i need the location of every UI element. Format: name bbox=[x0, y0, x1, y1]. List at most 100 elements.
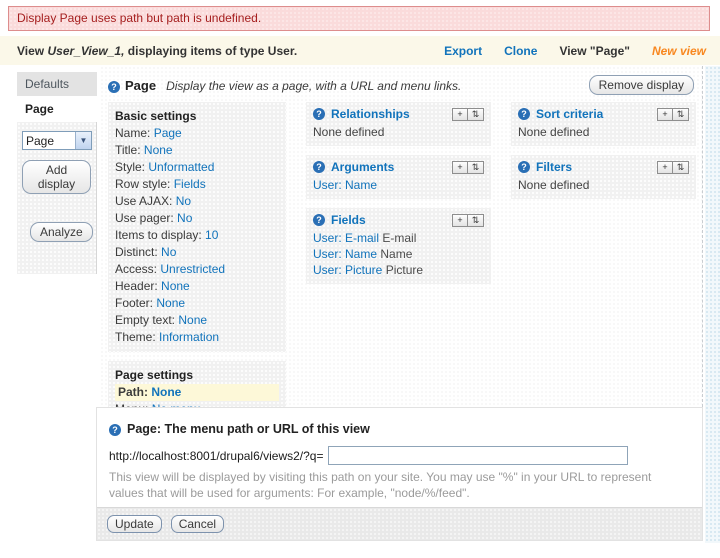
fields-title[interactable]: Fields bbox=[331, 213, 366, 227]
sort-criteria-title[interactable]: Sort criteria bbox=[536, 107, 603, 121]
arguments-actions: + ⇅ bbox=[452, 160, 484, 174]
display-type-select[interactable]: Page ▼ bbox=[22, 131, 92, 150]
setting-distinct-value[interactable]: No bbox=[161, 245, 176, 259]
column-middle: ? Relationships + ⇅ None defined ? Argum… bbox=[306, 102, 491, 433]
field-item-picture: User: Picture Picture bbox=[313, 262, 484, 278]
field-picture-link[interactable]: User: Picture bbox=[313, 263, 382, 277]
setting-theme: Theme: Information bbox=[115, 330, 220, 344]
page-settings-title: Page settings bbox=[115, 368, 194, 382]
rearrange-icon[interactable]: ⇅ bbox=[468, 160, 484, 174]
arguments-title[interactable]: Arguments bbox=[331, 160, 394, 174]
arguments-box: ? Arguments + ⇅ User: Name bbox=[306, 155, 491, 199]
setting-theme-value[interactable]: Information bbox=[159, 330, 219, 344]
tab-defaults[interactable]: Defaults bbox=[17, 72, 97, 96]
view-page-link[interactable]: View "Page" bbox=[559, 44, 630, 58]
setting-use-pager: Use pager: No bbox=[115, 211, 193, 225]
add-icon[interactable]: + bbox=[657, 160, 673, 174]
relationships-box: ? Relationships + ⇅ None defined bbox=[306, 102, 491, 146]
fields-actions: + ⇅ bbox=[452, 213, 484, 227]
setting-use-pager-value[interactable]: No bbox=[177, 211, 192, 225]
field-name-link[interactable]: User: Name bbox=[313, 247, 377, 261]
setting-access-value[interactable]: Unrestricted bbox=[160, 262, 225, 276]
setting-use-ajax-value[interactable]: No bbox=[176, 194, 191, 208]
tab-page[interactable]: Page bbox=[17, 96, 97, 122]
field-picture-label: Picture bbox=[385, 263, 424, 277]
sort-criteria-actions: + ⇅ bbox=[657, 107, 689, 121]
filters-actions: + ⇅ bbox=[657, 160, 689, 174]
rearrange-icon[interactable]: ⇅ bbox=[673, 160, 689, 174]
help-icon: ? bbox=[109, 423, 121, 436]
chevron-down-icon: ▼ bbox=[75, 132, 91, 149]
help-icon: ? bbox=[518, 108, 530, 120]
view-actions: Export Clone View "Page" New view bbox=[444, 44, 706, 58]
setting-style-value[interactable]: Unformatted bbox=[148, 160, 214, 174]
argument-user-name-link[interactable]: User: Name bbox=[313, 178, 377, 192]
add-icon[interactable]: + bbox=[452, 160, 468, 174]
setting-use-ajax: Use AJAX: No bbox=[115, 194, 192, 208]
setting-footer: Footer: None bbox=[115, 296, 186, 310]
update-button[interactable]: Update bbox=[107, 515, 162, 533]
rearrange-icon[interactable]: ⇅ bbox=[468, 213, 484, 227]
add-icon[interactable]: + bbox=[657, 107, 673, 121]
setting-header-value[interactable]: None bbox=[161, 279, 190, 293]
rearrange-icon[interactable]: ⇅ bbox=[468, 107, 484, 121]
relationships-empty: None defined bbox=[313, 125, 385, 139]
setting-access: Access: Unrestricted bbox=[115, 262, 226, 276]
setting-empty-text-value[interactable]: None bbox=[178, 313, 207, 327]
analyze-button[interactable]: Analyze bbox=[30, 222, 93, 242]
setting-empty-text: Empty text: None bbox=[115, 313, 208, 327]
sort-criteria-empty: None defined bbox=[518, 125, 590, 139]
display-title: Page bbox=[125, 78, 157, 93]
error-message: Display Page uses path but path is undef… bbox=[8, 6, 710, 31]
arguments-header: ? Arguments + ⇅ bbox=[313, 160, 484, 174]
export-link[interactable]: Export bbox=[444, 44, 482, 58]
fields-box: ? Fields + ⇅ User: E-mail E-mail User: N… bbox=[306, 208, 491, 284]
relationships-actions: + ⇅ bbox=[452, 107, 484, 121]
form-actions: Update Cancel bbox=[97, 507, 702, 540]
rearrange-icon[interactable]: ⇅ bbox=[673, 107, 689, 121]
view-summary: View User_View_1, displaying items of ty… bbox=[17, 44, 297, 58]
path-input[interactable] bbox=[328, 446, 629, 465]
setting-distinct: Distinct: No bbox=[115, 245, 177, 259]
view-name: User_View_1, bbox=[47, 43, 125, 58]
display-header: ? Page Display the view as a page, with a … bbox=[100, 66, 702, 102]
add-display-button[interactable]: Add display bbox=[22, 160, 91, 194]
setting-name-value[interactable]: Page bbox=[154, 126, 182, 140]
error-message-text: Display Page uses path but path is undef… bbox=[17, 11, 262, 25]
settings-columns: Basic settings Name: Page Title: None St… bbox=[100, 102, 702, 433]
filters-empty: None defined bbox=[518, 178, 590, 192]
setting-row-style-value[interactable]: Fields bbox=[174, 177, 206, 191]
setting-title-value[interactable]: None bbox=[144, 143, 173, 157]
setting-path-value[interactable]: None bbox=[151, 385, 181, 399]
column-right: ? Sort criteria + ⇅ None defined ? Filte… bbox=[511, 102, 696, 433]
path-url-row: http://localhost:8001/drupal6/views2/?q= bbox=[97, 436, 702, 465]
path-edit-form: ? Page: The menu path or URL of this view… bbox=[96, 407, 703, 541]
add-icon[interactable]: + bbox=[452, 213, 468, 227]
url-prefix: http://localhost:8001/drupal6/views2/?q= bbox=[109, 448, 324, 463]
right-edge-strip bbox=[705, 66, 720, 543]
help-icon: ? bbox=[313, 161, 325, 173]
cancel-button[interactable]: Cancel bbox=[170, 515, 225, 533]
path-help-text: This view will be displayed by visiting … bbox=[109, 470, 652, 500]
help-icon: ? bbox=[108, 80, 120, 93]
help-icon: ? bbox=[518, 161, 530, 173]
help-icon: ? bbox=[313, 214, 325, 226]
argument-item: User: Name bbox=[313, 177, 484, 193]
setting-items-to-display-value[interactable]: 10 bbox=[205, 228, 218, 242]
display-settings-panel: ? Page Display the view as a page, with a … bbox=[100, 66, 703, 424]
setting-title: Title: None bbox=[115, 143, 173, 157]
filters-title[interactable]: Filters bbox=[536, 160, 572, 174]
basic-settings-box: Basic settings Name: Page Title: None St… bbox=[108, 102, 286, 352]
column-basic-settings: Basic settings Name: Page Title: None St… bbox=[108, 102, 286, 433]
field-email-link[interactable]: User: E-mail bbox=[313, 231, 379, 245]
clone-link[interactable]: Clone bbox=[504, 44, 537, 58]
relationships-title[interactable]: Relationships bbox=[331, 107, 410, 121]
setting-footer-value[interactable]: None bbox=[156, 296, 185, 310]
setting-path: Path: None bbox=[115, 384, 279, 401]
add-icon[interactable]: + bbox=[452, 107, 468, 121]
sort-criteria-header: ? Sort criteria + ⇅ bbox=[518, 107, 689, 121]
new-view-link[interactable]: New view bbox=[652, 44, 706, 58]
setting-items-to-display: Items to display: 10 bbox=[115, 228, 219, 242]
remove-display-button[interactable]: Remove display bbox=[588, 75, 694, 95]
sort-criteria-box: ? Sort criteria + ⇅ None defined bbox=[511, 102, 696, 146]
